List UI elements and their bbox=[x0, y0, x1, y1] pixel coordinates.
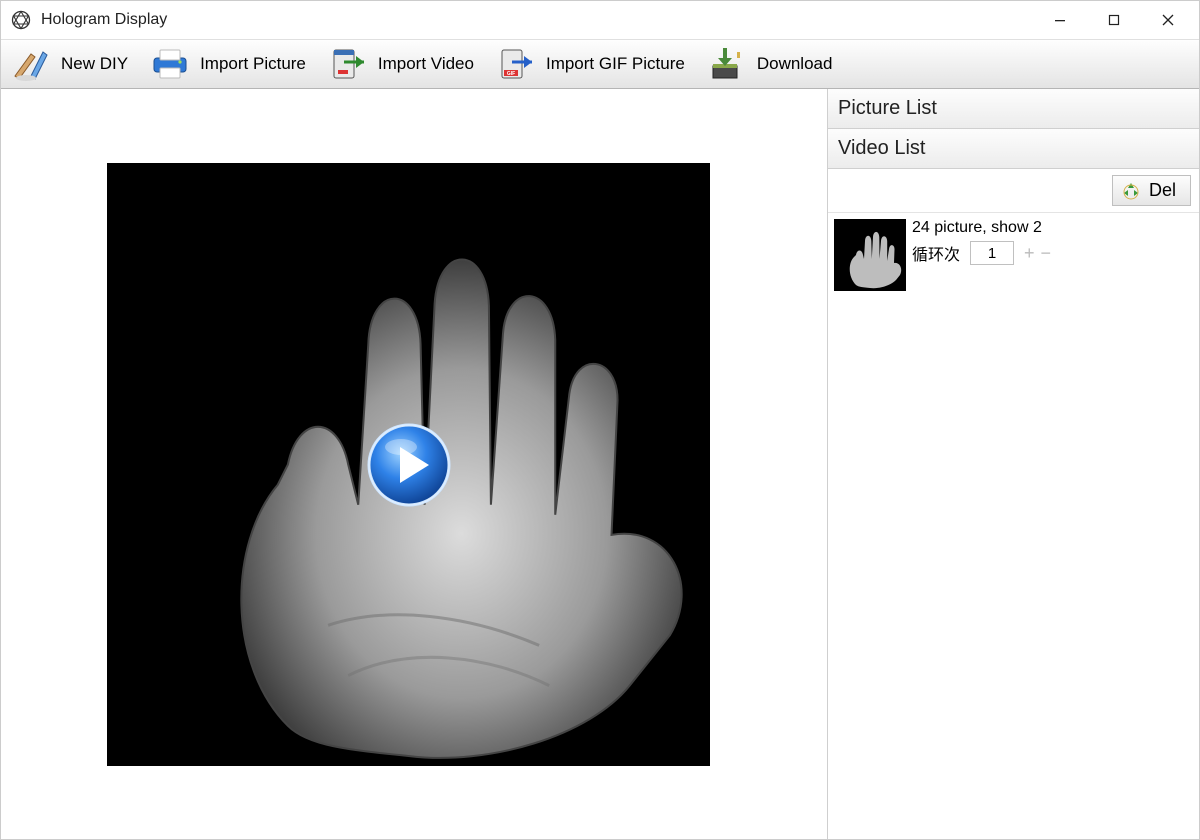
download-box-icon bbox=[707, 46, 747, 82]
import-picture-label: Import Picture bbox=[200, 54, 306, 74]
pencil-brush-icon bbox=[11, 46, 51, 82]
video-file-arrow-icon bbox=[328, 46, 368, 82]
gif-file-arrow-icon: GIF bbox=[496, 46, 536, 82]
video-preview[interactable] bbox=[107, 163, 710, 766]
canvas-area bbox=[1, 89, 827, 839]
video-list-item[interactable]: 24 picture, show 2 循环次 + − bbox=[828, 213, 1199, 297]
play-button[interactable] bbox=[365, 421, 453, 509]
svg-text:GIF: GIF bbox=[507, 71, 515, 77]
minimize-button[interactable] bbox=[1033, 2, 1087, 38]
video-list-header[interactable]: Video List bbox=[828, 129, 1199, 169]
window-title: Hologram Display bbox=[41, 11, 167, 29]
download-button[interactable]: Download bbox=[701, 42, 847, 86]
download-label: Download bbox=[757, 54, 833, 74]
loop-increase-button[interactable]: + bbox=[1024, 243, 1035, 264]
loop-count-input[interactable] bbox=[970, 241, 1014, 265]
import-video-label: Import Video bbox=[378, 54, 474, 74]
delete-button[interactable]: Del bbox=[1112, 175, 1191, 206]
new-diy-label: New DIY bbox=[61, 54, 128, 74]
video-entry-line1: 24 picture, show 2 bbox=[912, 219, 1193, 237]
title-bar: Hologram Display bbox=[1, 1, 1199, 39]
loop-decrease-button[interactable]: − bbox=[1041, 243, 1052, 264]
import-picture-button[interactable]: Import Picture bbox=[144, 42, 320, 86]
app-icon bbox=[11, 10, 31, 30]
new-diy-button[interactable]: New DIY bbox=[5, 42, 142, 86]
import-gif-label: Import GIF Picture bbox=[546, 54, 685, 74]
delete-label: Del bbox=[1149, 180, 1176, 201]
close-button[interactable] bbox=[1141, 2, 1195, 38]
loop-label: 循环次 bbox=[912, 241, 960, 265]
recycle-icon bbox=[1121, 181, 1141, 201]
delete-row: Del bbox=[828, 169, 1199, 213]
side-panel: Picture List Video List Del bbox=[827, 89, 1199, 839]
maximize-button[interactable] bbox=[1087, 2, 1141, 38]
printer-icon bbox=[150, 46, 190, 82]
picture-list-header[interactable]: Picture List bbox=[828, 89, 1199, 129]
import-gif-button[interactable]: GIF Import GIF Picture bbox=[490, 42, 699, 86]
video-thumbnail bbox=[834, 219, 906, 291]
import-video-button[interactable]: Import Video bbox=[322, 42, 488, 86]
toolbar: New DIY Import Picture bbox=[1, 39, 1199, 89]
